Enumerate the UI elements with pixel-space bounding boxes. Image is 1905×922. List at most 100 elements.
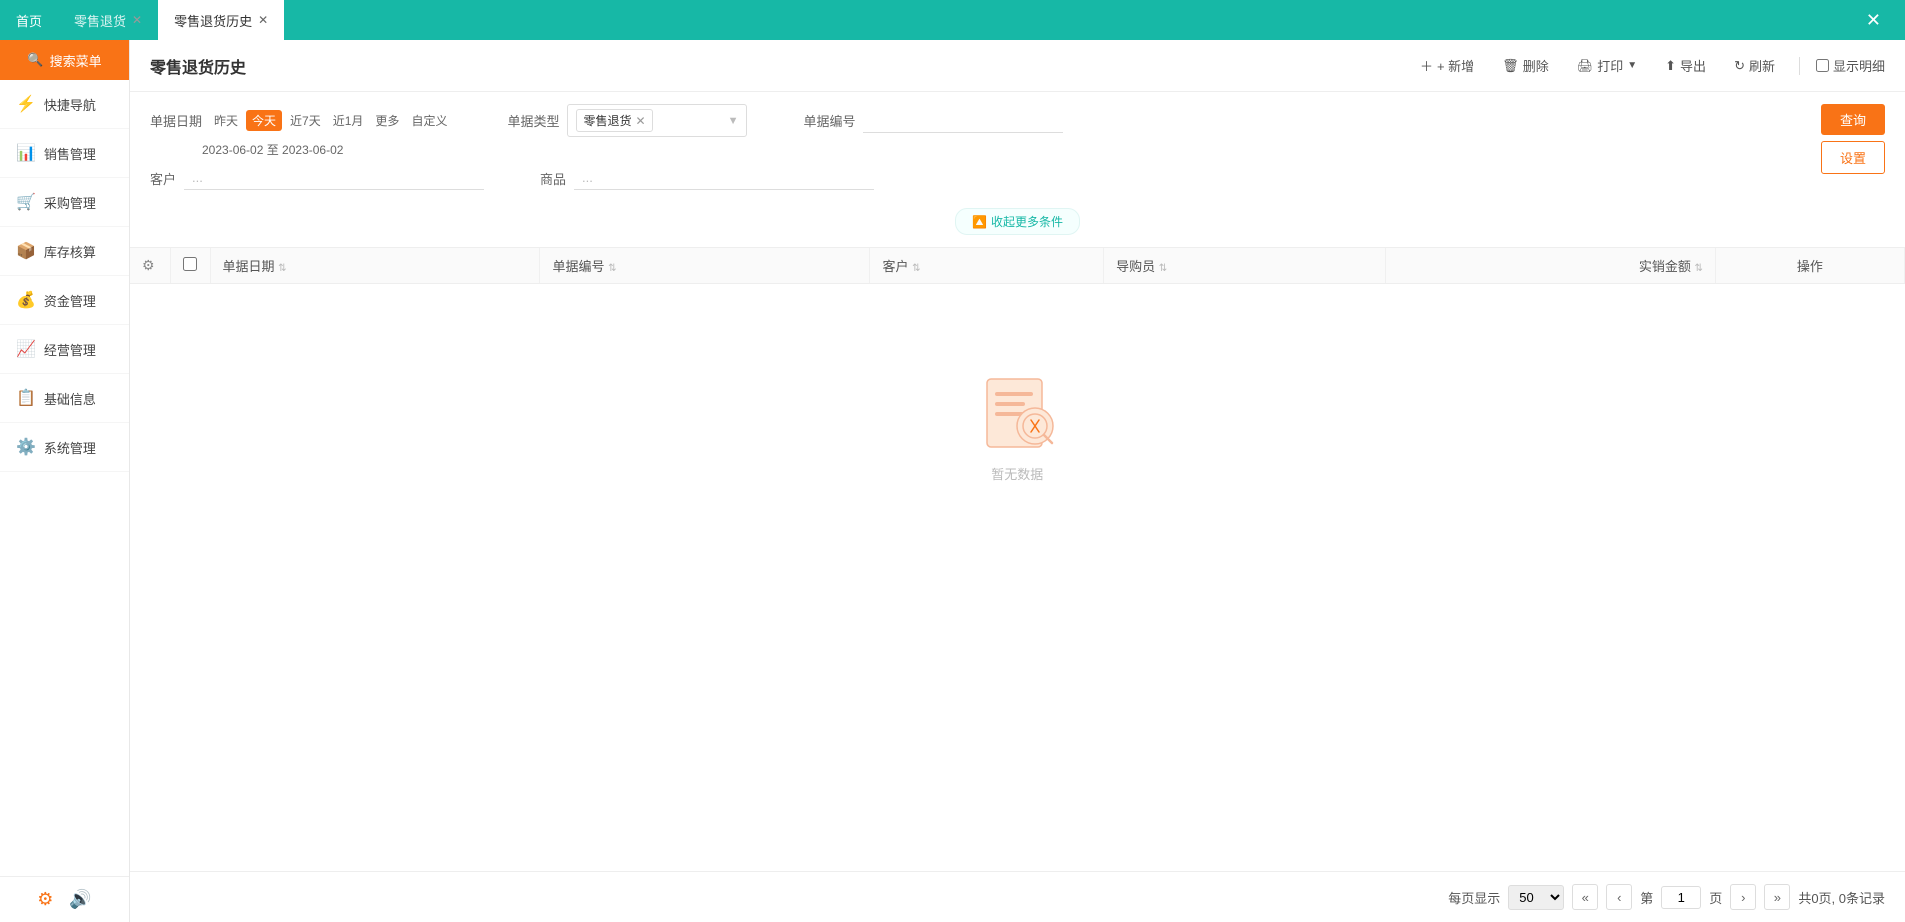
sidebar-item-system[interactable]: ⚙️ 系统管理 [0, 423, 129, 472]
doctype-tag: 零售退货 ✕ [576, 109, 652, 132]
settings-button[interactable]: 设置 [1821, 141, 1885, 174]
first-page-button[interactable]: « [1572, 884, 1598, 910]
sales-icon: 📊 [16, 143, 36, 163]
filter-row-1: 单据日期 昨天 今天 近7天 近1月 更多 自定义 [150, 104, 1801, 137]
collapse-button[interactable]: 🔼 收起更多条件 [955, 208, 1080, 235]
top-bar: 首页 零售退货 ✕ 零售退货历史 ✕ ✕ [0, 0, 1905, 40]
prev-page-button[interactable]: ‹ [1606, 884, 1632, 910]
collapse-container: 🔼 收起更多条件 [150, 204, 1885, 235]
date-shortcut-yesterday[interactable]: 昨天 [210, 110, 242, 131]
print-chevron-icon: ▼ [1627, 60, 1637, 71]
refresh-icon: ↻ [1734, 58, 1745, 74]
th-guide-sort-icon[interactable]: ⇅ [1159, 263, 1167, 274]
refresh-button[interactable]: ↻ 刷新 [1726, 52, 1783, 79]
th-date-sort-icon[interactable]: ⇅ [278, 263, 286, 274]
query-buttons: 查询 设置 [1821, 104, 1885, 174]
th-guide: 导购员 ⇅ [1104, 248, 1386, 284]
empty-state: 暂无数据 [130, 284, 1905, 563]
audio-bottom-icon[interactable]: 🔊 [69, 889, 91, 910]
last-page-button[interactable]: » [1764, 884, 1790, 910]
date-shortcut-today[interactable]: 今天 [246, 110, 282, 131]
search-icon: 🔍 [27, 52, 43, 68]
filter-customer-input[interactable] [184, 166, 484, 190]
th-customer: 客户 ⇅ [870, 248, 1104, 284]
date-shortcut-more[interactable]: 更多 [371, 110, 403, 131]
next-page-button[interactable]: › [1730, 884, 1756, 910]
th-amount-label: 实销金额 [1639, 259, 1691, 274]
th-action-label: 操作 [1797, 259, 1823, 274]
new-button[interactable]: ＋ + 新增 [1412, 52, 1482, 79]
collapse-up-icon: 🔼 [972, 215, 987, 229]
delete-icon: 🗑 [1502, 58, 1519, 74]
sidebar-item-purchase-mgmt[interactable]: 🛒 采购管理 [0, 178, 129, 227]
th-date: 单据日期 ⇅ [210, 248, 540, 284]
display-toggle-checkbox[interactable] [1816, 59, 1829, 72]
window-close-button[interactable]: ✕ [1858, 10, 1889, 31]
sidebar-item-sales-mgmt[interactable]: 📊 销售管理 [0, 129, 129, 178]
th-number-sort-icon[interactable]: ⇅ [608, 263, 616, 274]
settings-bottom-icon[interactable]: ⚙ [37, 889, 53, 910]
page-number-input[interactable] [1661, 886, 1701, 909]
retail-return-history-tab-close[interactable]: ✕ [258, 13, 268, 27]
per-page-label: 每页显示 [1448, 888, 1500, 907]
doctype-tag-text: 零售退货 [583, 112, 631, 129]
filter-area: 单据日期 昨天 今天 近7天 近1月 更多 自定义 [130, 92, 1905, 248]
th-guide-label: 导购员 [1116, 259, 1155, 274]
new-icon: ＋ [1420, 56, 1433, 75]
th-number-label: 单据编号 [552, 259, 604, 274]
new-label: + 新增 [1437, 56, 1474, 75]
filter-doctype-select[interactable]: 零售退货 ✕ ▼ [567, 104, 747, 137]
tab-retail-return[interactable]: 零售退货 ✕ [58, 0, 158, 40]
export-button[interactable]: ⬆ 导出 [1657, 52, 1714, 79]
empty-cell: 暂无数据 [130, 284, 1905, 564]
delete-button[interactable]: 🗑 删除 [1494, 52, 1557, 79]
filter-doctype-label: 单据类型 [507, 111, 559, 130]
filter-docnumber-item: 单据编号 [803, 109, 1063, 133]
purchase-icon: 🛒 [16, 192, 36, 212]
sidebar-item-finance[interactable]: 💰 资金管理 [0, 276, 129, 325]
sidebar-item-inventory[interactable]: 📦 库存核算 [0, 227, 129, 276]
empty-text: 暂无数据 [991, 464, 1043, 483]
th-amount-sort-icon[interactable]: ⇅ [1694, 263, 1702, 274]
empty-row: 暂无数据 [130, 284, 1905, 564]
print-button[interactable]: 🖨 打印 ▼ [1569, 52, 1645, 79]
doctype-tag-remove[interactable]: ✕ [635, 114, 645, 128]
basic-info-icon: 📋 [16, 388, 36, 408]
per-page-select[interactable]: 20 50 100 [1508, 885, 1564, 910]
tab-retail-return-history[interactable]: 零售退货历史 ✕ [158, 0, 284, 40]
export-label: 导出 [1680, 56, 1706, 75]
sidebar-item-operations[interactable]: 📈 经营管理 [0, 325, 129, 374]
retail-return-tab-label: 零售退货 [74, 11, 126, 30]
quick-nav-icon: ⚡ [16, 94, 36, 114]
print-icon: 🖨 [1577, 58, 1594, 74]
tab-home[interactable]: 首页 [0, 0, 58, 40]
date-shortcut-7days[interactable]: 近7天 [286, 110, 325, 131]
content-area: 零售退货历史 ＋ + 新增 🗑 删除 🖨 打印 ▼ ⬆ 导出 [130, 40, 1905, 922]
retail-return-tab-close[interactable]: ✕ [132, 13, 142, 27]
print-label: 打印 [1597, 56, 1623, 75]
sidebar-search[interactable]: 🔍 搜索菜单 [0, 40, 129, 80]
filter-row-2: 客户 商品 [150, 166, 1801, 190]
sidebar-item-finance-label: 资金管理 [44, 291, 96, 310]
date-shortcut-1month[interactable]: 近1月 [329, 110, 368, 131]
date-range-text: 2023-06-02 至 2023-06-02 [202, 143, 343, 157]
query-button[interactable]: 查询 [1821, 104, 1885, 135]
table-header: ⚙ 单据日期 ⇅ 单据编号 ⇅ [130, 248, 1905, 284]
table-settings-icon[interactable]: ⚙ [142, 257, 155, 273]
date-shortcut-custom[interactable]: 自定义 [407, 110, 451, 131]
select-all-checkbox[interactable] [183, 257, 197, 271]
filter-goods-input[interactable] [574, 166, 874, 190]
display-toggle[interactable]: 显示明细 [1816, 56, 1885, 75]
filter-goods-label: 商品 [540, 169, 566, 188]
sidebar-item-quick-nav[interactable]: ⚡ 快捷导航 [0, 80, 129, 129]
tab-bar: 首页 零售退货 ✕ 零售退货历史 ✕ [0, 0, 1858, 40]
sidebar-item-basic-info[interactable]: 📋 基础信息 [0, 374, 129, 423]
th-customer-sort-icon[interactable]: ⇅ [912, 263, 920, 274]
pagination-summary: 共0页, 0条记录 [1798, 888, 1885, 907]
refresh-label: 刷新 [1749, 56, 1775, 75]
table-body: 暂无数据 [130, 284, 1905, 564]
collapse-label: 收起更多条件 [991, 213, 1063, 230]
operations-icon: 📈 [16, 339, 36, 359]
filter-docnumber-input[interactable] [863, 109, 1063, 133]
th-action: 操作 [1715, 248, 1904, 284]
